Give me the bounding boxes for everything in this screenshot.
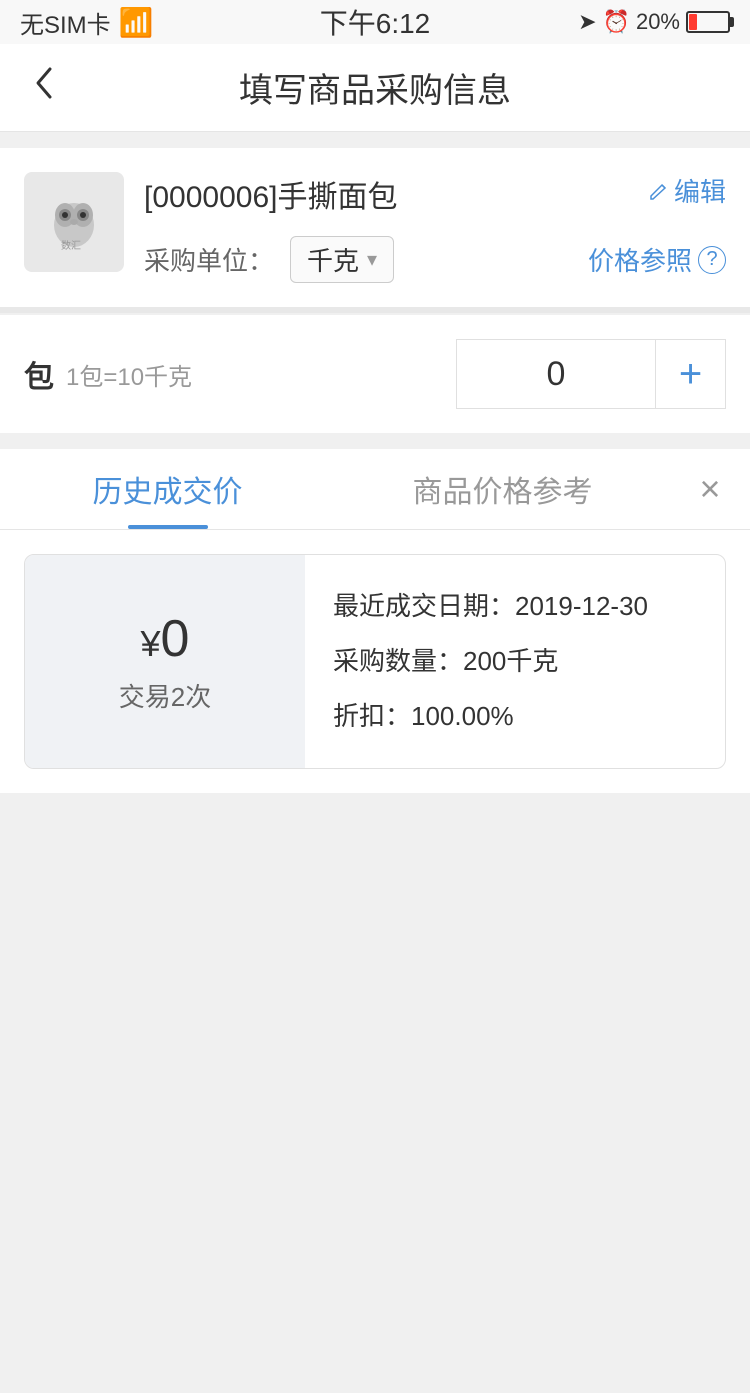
price-card: ¥0 交易2次 最近成交日期：2019-12-30 采购数量：200千克 折扣：… <box>24 554 726 769</box>
product-thumbnail: 数汇 <box>39 187 109 257</box>
unit-selector[interactable]: 千克 ▾ <box>290 236 394 283</box>
price-trades-count: 交易2次 <box>119 677 211 714</box>
page-title: 填写商品采购信息 <box>239 63 511 112</box>
dropdown-arrow-icon: ▾ <box>367 247 377 272</box>
unit-value: 千克 <box>307 241 359 278</box>
battery-text: 20% <box>636 9 680 35</box>
product-section: 数汇 [0000006]手撕面包 编辑 采购单位： 千克 ▾ <box>0 148 750 307</box>
divider <box>0 307 750 313</box>
battery-icon <box>686 11 730 33</box>
status-right: ➤ ⏰ 20% <box>578 9 730 35</box>
tab-history-price[interactable]: 历史成交价 <box>0 449 335 529</box>
price-currency-symbol: ¥ <box>141 623 161 664</box>
svg-text:数汇: 数汇 <box>61 239 81 252</box>
product-image: 数汇 <box>24 172 124 272</box>
date-value: 2019-12-30 <box>515 591 648 621</box>
quantity-section: 包 1包=10千克 + <box>0 315 750 433</box>
price-reference-link[interactable]: 价格参照 ? <box>588 241 726 278</box>
quantity-plus-button[interactable]: + <box>656 339 726 409</box>
edit-label: 编辑 <box>674 172 726 209</box>
quantity-input[interactable] <box>456 339 656 409</box>
help-icon: ? <box>698 246 726 274</box>
tab-history-label: 历史成交价 <box>93 467 243 511</box>
carrier-text: 无SIM卡 <box>20 5 111 40</box>
battery-fill <box>689 14 697 30</box>
back-button[interactable] <box>24 55 64 120</box>
price-detail-date: 最近成交日期：2019-12-30 <box>333 587 697 626</box>
tabs-section: 历史成交价 商品价格参考 × ¥0 交易2次 最近成交日期：2019-12-30… <box>0 449 750 793</box>
tab-content: ¥0 交易2次 最近成交日期：2019-12-30 采购数量：200千克 折扣：… <box>0 530 750 793</box>
edit-button[interactable]: 编辑 <box>648 172 726 209</box>
alarm-icon: ⏰ <box>603 9 630 35</box>
tab-active-indicator <box>128 525 208 529</box>
unit-row: 采购单位： 千克 ▾ 价格参照 ? <box>144 236 726 283</box>
discount-label: 折扣： <box>333 701 411 731</box>
price-detail-qty: 采购数量：200千克 <box>333 642 697 681</box>
discount-value: 100.00% <box>411 701 514 731</box>
price-detail-discount: 折扣：100.00% <box>333 697 697 736</box>
nav-bar: 填写商品采购信息 <box>0 44 750 132</box>
price-ref-label: 价格参照 <box>588 241 692 278</box>
status-left: 无SIM卡 📶 <box>20 5 154 40</box>
tab-price-reference[interactable]: 商品价格参考 <box>335 449 670 529</box>
qty-label: 采购数量： <box>333 646 463 676</box>
quantity-controls: + <box>456 339 726 409</box>
date-label: 最近成交日期： <box>333 591 515 621</box>
product-name: [0000006]手撕面包 <box>144 172 397 216</box>
tab-reference-label: 商品价格参考 <box>413 467 593 511</box>
edit-icon <box>648 180 670 202</box>
wifi-icon: 📶 <box>119 6 154 39</box>
price-display: ¥0 <box>141 609 190 669</box>
price-amount: 0 <box>161 610 190 668</box>
price-left-panel: ¥0 交易2次 <box>25 555 305 768</box>
quantity-row: 包 1包=10千克 + <box>24 339 726 409</box>
product-header: 数汇 [0000006]手撕面包 编辑 采购单位： 千克 ▾ <box>24 172 726 283</box>
status-bar: 无SIM卡 📶 下午6:12 ➤ ⏰ 20% <box>0 0 750 44</box>
price-right-panel: 最近成交日期：2019-12-30 采购数量：200千克 折扣：100.00% <box>305 555 725 768</box>
product-name-row: [0000006]手撕面包 编辑 <box>144 172 726 216</box>
unit-label: 采购单位： <box>144 241 274 278</box>
qty-value: 200千克 <box>463 646 558 676</box>
unit-convert-label: 1包=10千克 <box>66 357 192 392</box>
quantity-unit: 包 <box>24 352 54 396</box>
page-background <box>0 793 750 1393</box>
status-time: 下午6:12 <box>320 2 431 42</box>
location-icon: ➤ <box>578 9 596 35</box>
tabs-header: 历史成交价 商品价格参考 × <box>0 449 750 530</box>
tab-close-button[interactable]: × <box>670 449 750 529</box>
product-info: [0000006]手撕面包 编辑 采购单位： 千克 ▾ 价格参照 ? <box>144 172 726 283</box>
